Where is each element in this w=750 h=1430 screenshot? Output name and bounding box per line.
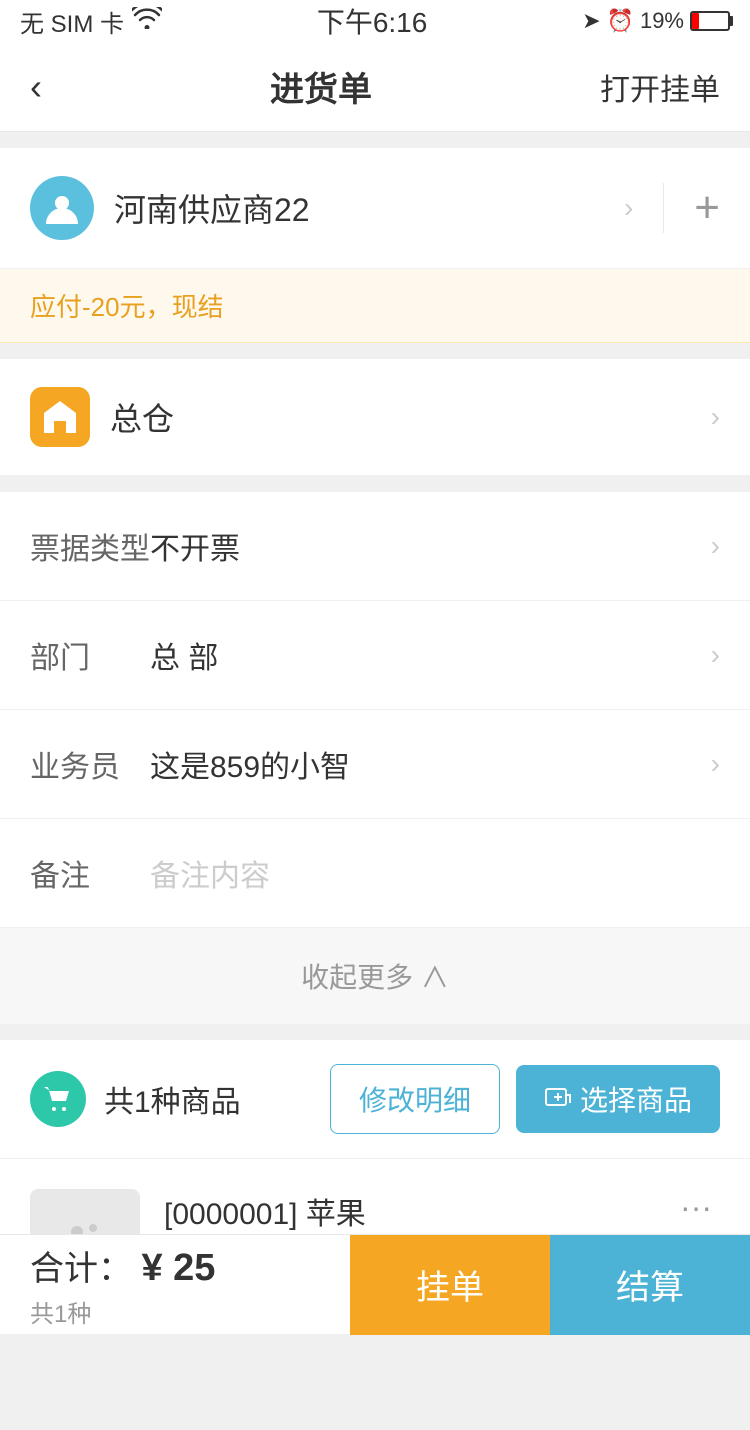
open-hang-button[interactable]: 打开挂单 [600, 65, 720, 109]
total-section: 合计： ¥ 25 共1种 [0, 1241, 350, 1329]
supplier-section: 河南供应商22 › + [0, 148, 750, 269]
alarm-icon: ⏰ [607, 8, 634, 34]
invoice-type-value: 不开票 [150, 524, 711, 568]
divider-1 [0, 132, 750, 148]
department-chevron-icon: › [711, 639, 720, 671]
cart-icon [42, 1083, 74, 1115]
department-value: 总 部 [150, 633, 711, 677]
carrier-text: 无 SIM 卡 [20, 4, 124, 39]
warehouse-icon-bg [30, 387, 90, 447]
invoice-type-row[interactable]: 票据类型 不开票 › [0, 492, 750, 601]
add-supplier-button[interactable]: + [694, 183, 720, 233]
warehouse-icon [42, 399, 78, 435]
product-name: [0000001] 苹果 [164, 1189, 672, 1233]
status-time: 下午6:16 [317, 1, 428, 41]
invoice-type-label: 票据类型 [30, 524, 150, 568]
edit-detail-button[interactable]: 修改明细 [330, 1064, 500, 1134]
department-label: 部门 [30, 633, 150, 677]
note-label: 备注 [30, 851, 150, 895]
checkout-button[interactable]: 结算 [550, 1235, 750, 1335]
location-icon: ➤ [582, 8, 600, 34]
back-button[interactable]: ‹ [30, 66, 42, 108]
product-code: [0000001] [164, 1198, 297, 1231]
person-icon [44, 190, 80, 226]
alert-text: 应付-20元，现结 [30, 292, 224, 322]
product-title: 苹果 [306, 1198, 366, 1231]
select-product-button[interactable]: 选择商品 [516, 1065, 720, 1133]
divider-4 [0, 1024, 750, 1040]
warehouse-row[interactable]: 总仓 › [0, 359, 750, 476]
invoice-type-chevron-icon: › [711, 530, 720, 562]
status-bar-left: 无 SIM 卡 [20, 4, 162, 39]
status-bar-right: ➤ ⏰ 19% [582, 8, 730, 34]
total-count: 共1种 [30, 1294, 320, 1329]
select-product-icon [544, 1085, 572, 1113]
total-label: 合计： [30, 1250, 132, 1288]
salesperson-value: 这是859的小智 [150, 742, 711, 786]
note-row[interactable]: 备注 备注内容 [0, 819, 750, 928]
collapse-row[interactable]: 收起更多 ∧ [0, 928, 750, 1024]
collapse-label: 收起更多 ∧ [301, 962, 449, 993]
battery-icon [690, 11, 730, 31]
bottom-bar: 合计： ¥ 25 共1种 挂单 结算 [0, 1234, 750, 1334]
alert-row: 应付-20元，现结 [0, 269, 750, 343]
total-amount: 合计： ¥ 25 [30, 1241, 320, 1290]
products-header: 共1种商品 修改明细 选择商品 [0, 1040, 750, 1159]
salesperson-label: 业务员 [30, 742, 150, 786]
warehouse-chevron-icon: › [711, 401, 720, 433]
hang-order-button[interactable]: 挂单 [350, 1235, 550, 1335]
products-icon-bg [30, 1071, 86, 1127]
total-value: ¥ 25 [141, 1247, 215, 1289]
select-product-label: 选择商品 [580, 1079, 692, 1119]
wifi-icon [132, 7, 162, 36]
divider-3 [0, 476, 750, 492]
product-more-button[interactable]: ··· [672, 1189, 720, 1226]
page-title: 进货单 [270, 62, 372, 111]
note-placeholder: 备注内容 [150, 851, 720, 895]
salesperson-row[interactable]: 业务员 这是859的小智 › [0, 710, 750, 819]
nav-bar: ‹ 进货单 打开挂单 [0, 42, 750, 132]
department-row[interactable]: 部门 总 部 › [0, 601, 750, 710]
supplier-chevron-icon: › [624, 192, 633, 224]
warehouse-name: 总仓 [110, 394, 711, 440]
supplier-avatar [30, 176, 94, 240]
status-bar: 无 SIM 卡 下午6:16 ➤ ⏰ 19% [0, 0, 750, 42]
supplier-name[interactable]: 河南供应商22 [114, 185, 624, 231]
bottom-spacer [0, 1330, 750, 1430]
salesperson-chevron-icon: › [711, 748, 720, 780]
battery-text: 19% [640, 8, 684, 34]
products-count: 共1种商品 [104, 1077, 330, 1121]
divider-vertical [663, 183, 664, 233]
divider-2 [0, 343, 750, 359]
